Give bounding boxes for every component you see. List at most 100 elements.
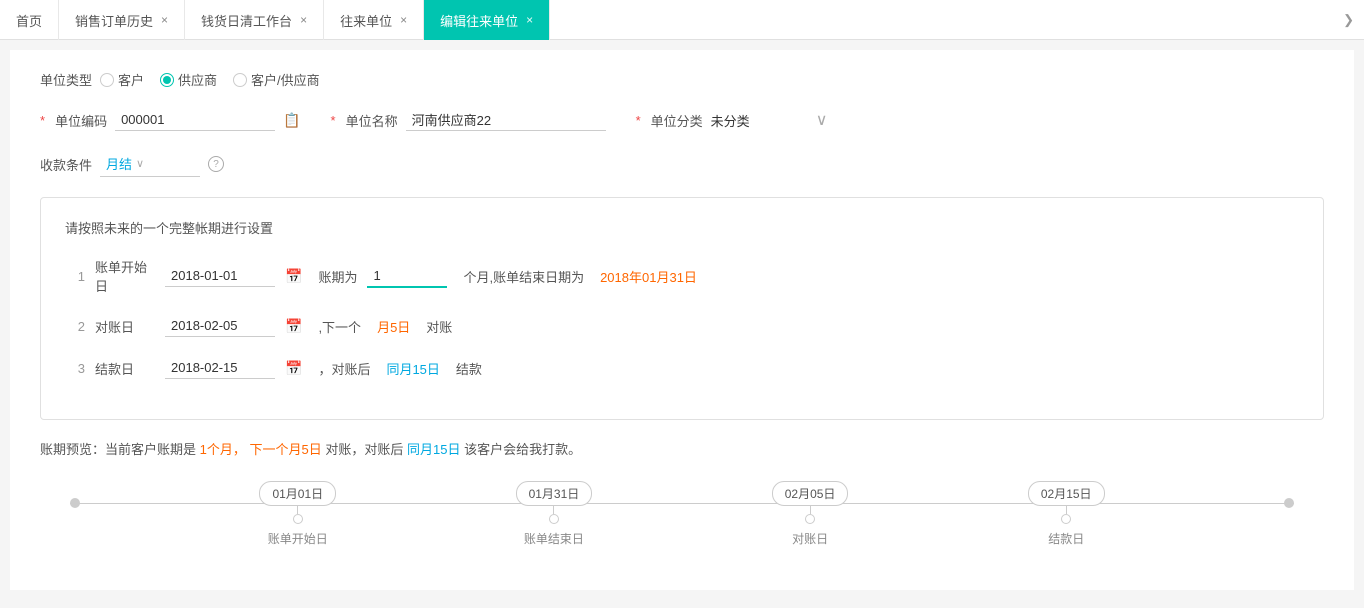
- unit-code-input[interactable]: [115, 109, 275, 131]
- start-date-input[interactable]: [165, 265, 275, 287]
- row-num-2: 2: [65, 319, 85, 334]
- category-chevron-icon: ∨: [816, 110, 828, 130]
- preview-suffix: 该客户会给我打款。: [464, 442, 581, 457]
- node-2-date-box: 01月31日: [516, 481, 593, 506]
- timeline-section: 01月01日 账单开始日 01月31日 账单结束日 02月05日 对账日: [40, 481, 1324, 547]
- period-end-date: 2018年01月31日: [600, 267, 697, 286]
- payment-terms-group: 收款条件 月结 ∨ ?: [40, 151, 224, 177]
- required-star-code: *: [40, 113, 45, 128]
- node-2-circle: [549, 514, 559, 524]
- required-star-category: *: [636, 113, 641, 128]
- tab-sales-history-close[interactable]: ×: [161, 13, 168, 27]
- tab-cashflow-label: 钱货日清工作台: [201, 11, 292, 30]
- radio-supplier-label: 供应商: [178, 70, 217, 89]
- row-num-1: 1: [65, 269, 85, 284]
- required-star-name: *: [331, 113, 336, 128]
- payment-date-input[interactable]: [165, 357, 275, 379]
- tab-sales-history-label: 销售订单历史: [75, 11, 153, 30]
- tab-partner[interactable]: 往来单位 ×: [324, 0, 424, 40]
- reconcile-highlight: 月5日: [377, 317, 410, 336]
- tab-edit-partner[interactable]: 编辑往来单位 ×: [424, 0, 550, 40]
- payment-terms-select[interactable]: 月结 ∨: [100, 151, 200, 177]
- code-name-category-row: * 单位编码 📋 * 单位名称 * 单位分类 未分类 ∨: [40, 109, 1324, 131]
- node-1-label: 账单开始日: [268, 530, 328, 547]
- radio-customer-label: 客户: [118, 70, 144, 89]
- left-end-dot: [70, 498, 80, 508]
- main-content: 单位类型 客户 供应商 客户/供应商: [10, 50, 1354, 590]
- unit-name-input[interactable]: [406, 109, 606, 131]
- unit-category-select[interactable]: 未分类 ∨: [711, 110, 891, 130]
- row-label-2: 对账日: [95, 317, 155, 336]
- period-input[interactable]: [367, 265, 447, 288]
- preview-section: 账期预览：当前客户账期是 1个月， 下一个月5日 对账，对账后 同月15日 该客…: [40, 440, 1324, 461]
- tab-expand-button[interactable]: ❯: [1333, 0, 1364, 39]
- node-3-label: 对账日: [792, 530, 828, 547]
- node-1-date-box: 01月01日: [259, 481, 336, 506]
- account-row-1: 1 账单开始日 📅 账期为 个月,账单结束日期为 2018年01月31日: [65, 257, 1299, 295]
- row-label-1: 账单开始日: [95, 257, 155, 295]
- unit-code-label: 单位编码: [55, 111, 107, 130]
- unit-category-group: * 单位分类 未分类 ∨: [636, 110, 891, 130]
- tab-partner-close[interactable]: ×: [400, 13, 407, 27]
- account-row-2: 2 对账日 📅 ,下一个 月5日 对账: [65, 315, 1299, 337]
- period-prefix: 账期为: [318, 267, 357, 286]
- node-2-stem: [553, 506, 554, 514]
- tab-cashflow-close[interactable]: ×: [300, 13, 307, 27]
- unit-category-label: 单位分类: [651, 111, 703, 130]
- period-suffix: 个月,账单结束日期为: [463, 267, 584, 286]
- node-4-date-box: 02月15日: [1028, 481, 1105, 506]
- tab-edit-partner-label: 编辑往来单位: [440, 11, 518, 30]
- payment-terms-label: 收款条件: [40, 155, 92, 174]
- reconcile-suffix: 对账: [426, 317, 452, 336]
- unit-code-icon[interactable]: 📋: [283, 112, 300, 129]
- payment-date-cal-icon[interactable]: 📅: [285, 360, 302, 377]
- node-1-circle: [293, 514, 303, 524]
- payment-highlight: 同月15日: [386, 359, 439, 378]
- payment-terms-value: 月结: [106, 154, 132, 173]
- timeline-node-3: 02月05日 对账日: [772, 481, 849, 547]
- timeline-node-2: 01月31日 账单结束日: [516, 481, 593, 547]
- account-row-3: 3 结款日 📅 ，对账后 同月15日 结款: [65, 357, 1299, 379]
- preview-part3: 同月15日: [407, 442, 460, 457]
- preview-part1: 1个月，: [200, 442, 246, 457]
- tab-cashflow[interactable]: 钱货日清工作台 ×: [185, 0, 324, 40]
- radio-both-label: 客户/供应商: [251, 70, 320, 89]
- node-4-stem: [1066, 506, 1067, 514]
- row-label-3: 结款日: [95, 359, 155, 378]
- radio-both[interactable]: 客户/供应商: [233, 70, 320, 89]
- tab-edit-partner-close[interactable]: ×: [526, 13, 533, 27]
- reconcile-date-cal-icon[interactable]: 📅: [285, 318, 302, 335]
- timeline-nodes: 01月01日 账单开始日 01月31日 账单结束日 02月05日 对账日: [70, 481, 1294, 547]
- right-end-dot: [1284, 498, 1294, 508]
- node-4-circle: [1061, 514, 1071, 524]
- unit-name-group: * 单位名称: [331, 109, 606, 131]
- preview-part2: 下一个月5日: [250, 442, 322, 457]
- tab-partner-label: 往来单位: [340, 11, 392, 30]
- tab-sales-history[interactable]: 销售订单历史 ×: [59, 0, 185, 40]
- unit-name-label: 单位名称: [346, 111, 398, 130]
- node-2-label: 账单结束日: [524, 530, 584, 547]
- radio-supplier[interactable]: 供应商: [160, 70, 217, 89]
- box-instruction: 请按照未来的一个完整帐期进行设置: [65, 218, 1299, 237]
- node-1-stem: [297, 506, 298, 514]
- tab-bar: 首页 销售订单历史 × 钱货日清工作台 × 往来单位 × 编辑往来单位 × ❯: [0, 0, 1364, 40]
- preview-mid: 对账，对账后: [325, 442, 403, 457]
- payment-suffix: 结款: [456, 359, 482, 378]
- tab-home[interactable]: 首页: [0, 0, 59, 40]
- timeline-node-1: 01月01日 账单开始日: [259, 481, 336, 547]
- help-icon[interactable]: ?: [208, 156, 224, 172]
- radio-group: 客户 供应商 客户/供应商: [100, 70, 320, 89]
- reconcile-date-input[interactable]: [165, 315, 275, 337]
- start-date-cal-icon[interactable]: 📅: [285, 268, 302, 285]
- tab-home-label: 首页: [16, 11, 42, 30]
- radio-customer-circle: [100, 73, 114, 87]
- timeline-node-4: 02月15日 结款日: [1028, 481, 1105, 547]
- unit-category-value: 未分类: [711, 111, 750, 130]
- payment-prefix: ，对账后: [318, 359, 370, 378]
- reconcile-prefix: ,下一个: [318, 317, 361, 336]
- radio-supplier-circle: [160, 73, 174, 87]
- radio-customer[interactable]: 客户: [100, 70, 144, 89]
- unit-type-label: 单位类型: [40, 70, 92, 89]
- unit-code-group: * 单位编码 📋: [40, 109, 301, 131]
- node-3-date-box: 02月05日: [772, 481, 849, 506]
